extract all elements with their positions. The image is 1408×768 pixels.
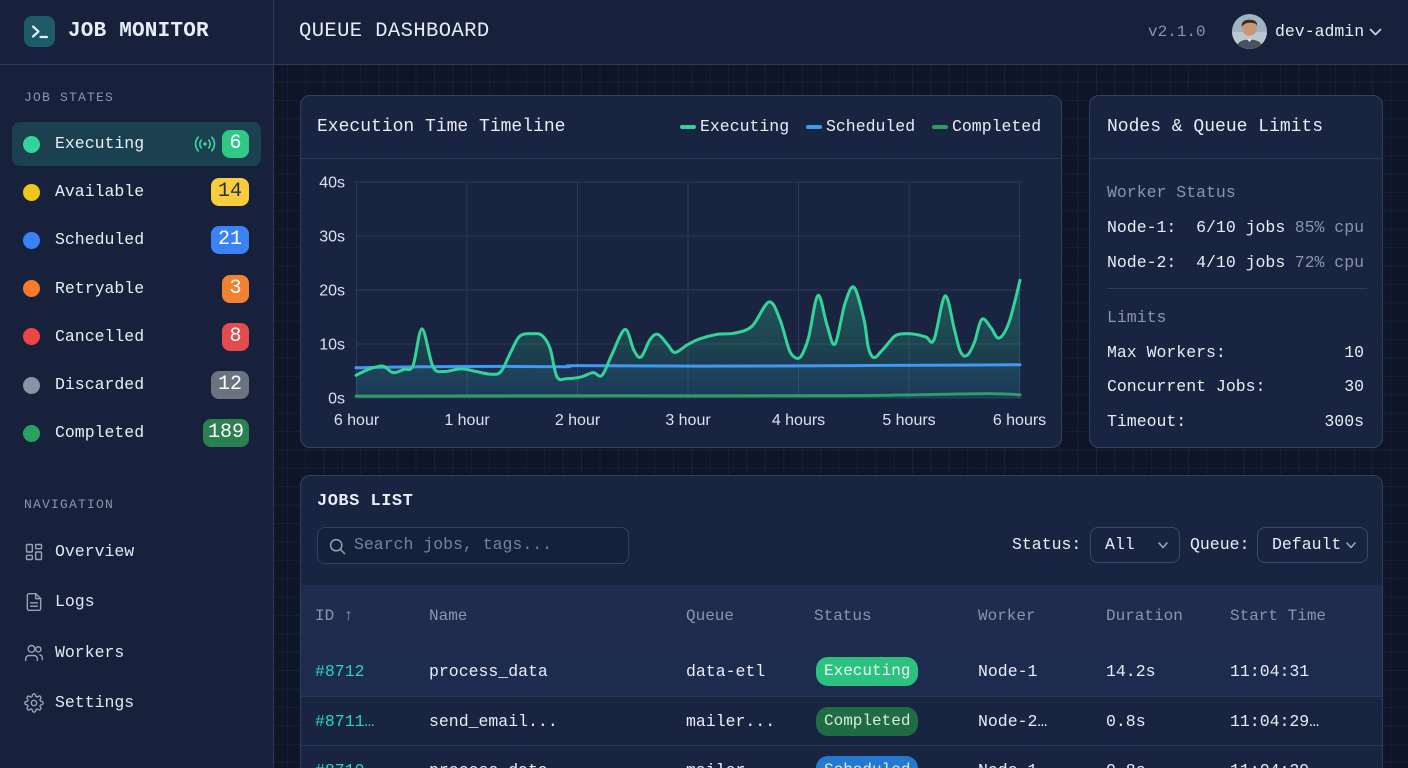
svg-text:1 hour: 1 hour <box>444 412 490 429</box>
svg-text:40s: 40s <box>319 175 345 192</box>
svg-text:0s: 0s <box>328 391 345 408</box>
svg-text:10s: 10s <box>319 337 345 354</box>
svg-text:2 hour: 2 hour <box>555 412 601 429</box>
svg-text:6 hours: 6 hours <box>993 412 1046 429</box>
svg-text:5 hours: 5 hours <box>882 412 935 429</box>
svg-text:3 hour: 3 hour <box>665 412 711 429</box>
svg-text:20s: 20s <box>319 283 345 300</box>
svg-text:4 hours: 4 hours <box>772 412 825 429</box>
svg-text:30s: 30s <box>319 229 345 246</box>
svg-text:6 hour: 6 hour <box>334 412 380 429</box>
